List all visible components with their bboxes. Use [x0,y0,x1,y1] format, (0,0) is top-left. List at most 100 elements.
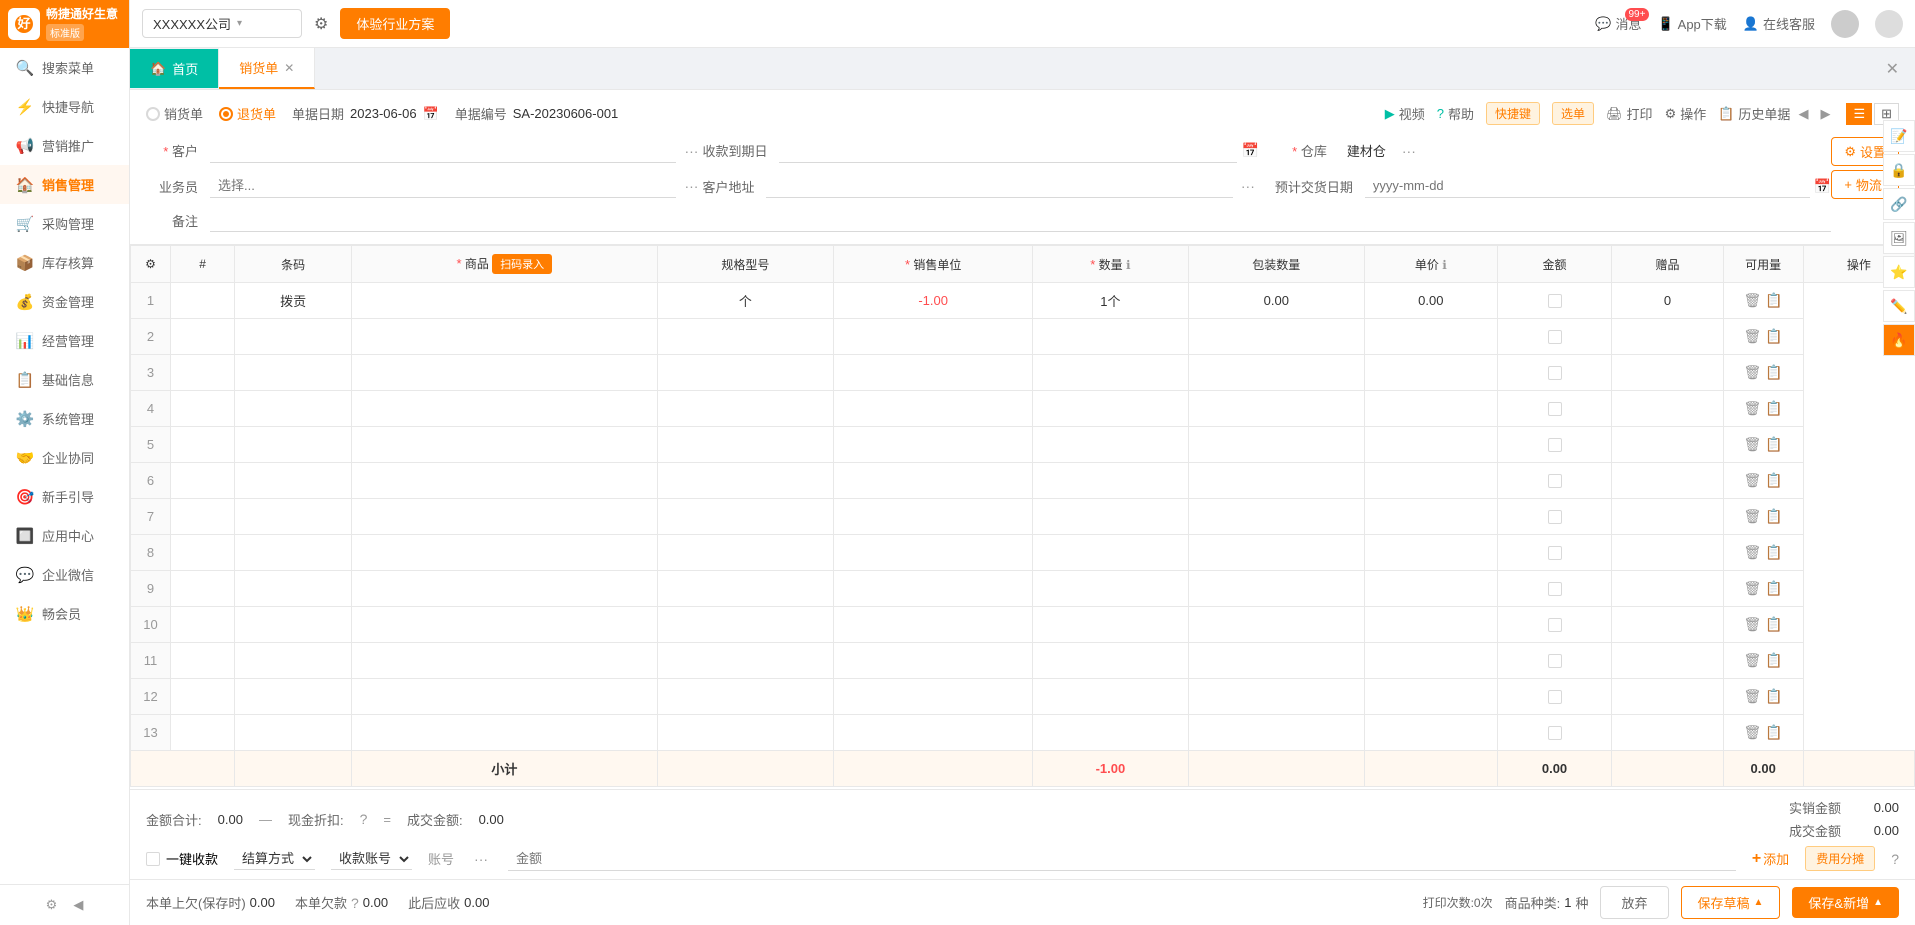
sidebar-item-inventory[interactable]: 📦 库存核算 [0,243,129,282]
note-input[interactable] [210,208,1831,232]
radio-return-order[interactable]: 退货单 [219,104,276,123]
help-action[interactable]: ? 帮助 [1437,104,1474,123]
row-unit[interactable] [657,355,833,391]
radio-sales-order[interactable]: 销货单 [146,104,203,123]
sidebar-item-basic[interactable]: 📋 基础信息 [0,360,129,399]
gift-checkbox[interactable] [1548,690,1562,704]
sidebar-item-marketing[interactable]: 📢 营销推广 [0,126,129,165]
row-gift[interactable] [1497,463,1612,499]
row-delete-icon[interactable]: 🗑 [1744,652,1762,669]
row-qty[interactable] [834,607,1033,643]
row-gift[interactable] [1497,607,1612,643]
row-product[interactable] [235,499,352,535]
customer-input[interactable] [210,139,676,163]
row-unit[interactable] [657,607,833,643]
row-price[interactable] [1188,427,1364,463]
row-copy-icon[interactable]: 📋 [1765,400,1782,417]
sidebar-item-member[interactable]: 👑 畅会员 [0,594,129,633]
row-amount[interactable] [1364,391,1497,427]
gift-checkbox[interactable] [1548,654,1562,668]
company-selector[interactable]: XXXXXX公司 ▾ [142,9,302,38]
row-amount[interactable] [1364,571,1497,607]
row-delete-icon[interactable]: 🗑 [1744,292,1762,309]
row-gift[interactable] [1497,355,1612,391]
row-barcode[interactable] [171,391,235,427]
salesperson-dots-icon[interactable]: ··· [680,178,702,194]
row-unit[interactable]: 个 [657,283,833,319]
gear-icon[interactable]: ⚙ [310,10,332,38]
row-amount[interactable] [1364,607,1497,643]
row-packqty[interactable]: 1个 [1033,283,1188,319]
row-packqty[interactable] [1033,391,1188,427]
row-barcode[interactable] [171,355,235,391]
row-copy-icon[interactable]: 📋 [1765,472,1782,489]
row-product[interactable]: 拨贡 [235,283,352,319]
row-barcode[interactable] [171,283,235,319]
row-packqty[interactable] [1033,715,1188,751]
row-amount[interactable] [1364,499,1497,535]
row-barcode[interactable] [171,679,235,715]
gift-checkbox[interactable] [1548,618,1562,632]
gift-checkbox[interactable] [1548,726,1562,740]
row-spec[interactable] [351,715,657,751]
row-spec[interactable] [351,535,657,571]
row-barcode[interactable] [171,499,235,535]
collapse-icon[interactable]: ◀ [69,893,87,917]
row-copy-icon[interactable]: 📋 [1765,652,1782,669]
row-barcode[interactable] [171,427,235,463]
docnum-value[interactable]: SA-20230606-001 [513,106,619,121]
row-amount[interactable] [1364,427,1497,463]
row-price[interactable] [1188,535,1364,571]
row-packqty[interactable] [1033,679,1188,715]
row-unit[interactable] [657,319,833,355]
gift-checkbox[interactable] [1548,294,1562,308]
row-qty[interactable] [834,715,1033,751]
row-packqty[interactable] [1033,535,1188,571]
row-qty[interactable] [834,319,1033,355]
sidebar-item-finance[interactable]: 💰 资金管理 [0,282,129,321]
row-copy-icon[interactable]: 📋 [1765,544,1782,561]
abandon-button[interactable]: 放弃 [1600,886,1668,919]
row-unit[interactable] [657,715,833,751]
row-packqty[interactable] [1033,319,1188,355]
gift-checkbox[interactable] [1548,474,1562,488]
float-orange-btn[interactable]: 🔥 [1883,324,1915,356]
row-gift[interactable] [1497,283,1612,319]
warehouse-dots-icon[interactable]: ··· [1398,143,1420,159]
amount-input[interactable] [508,847,1736,871]
row-copy-icon[interactable]: 📋 [1765,328,1782,345]
row-price[interactable]: 0.00 [1188,283,1364,319]
row-barcode[interactable] [171,535,235,571]
sidebar-item-quick-nav[interactable]: ⚡ 快捷导航 [0,87,129,126]
row-delete-icon[interactable]: 🗑 [1744,580,1762,597]
row-copy-icon[interactable]: 📋 [1765,292,1782,309]
sidebar-item-sales[interactable]: 🏠 销售管理 [0,165,129,204]
save-new-button[interactable]: 保存&新增 ▲ [1792,887,1899,918]
avatar[interactable] [1831,10,1859,38]
row-gift[interactable] [1497,643,1612,679]
row-gift[interactable] [1497,391,1612,427]
save-draft-button[interactable]: 保存草稿 ▲ [1681,886,1781,919]
debt-help-icon[interactable]: ? [351,895,359,911]
row-barcode[interactable] [171,643,235,679]
row-unit[interactable] [657,463,833,499]
account-select[interactable]: 收款账号 [331,848,412,870]
row-product[interactable] [235,391,352,427]
row-product[interactable] [235,571,352,607]
row-qty[interactable] [834,391,1033,427]
row-price[interactable] [1188,463,1364,499]
row-amount[interactable] [1364,535,1497,571]
calendar-icon[interactable]: 📅 [423,106,439,122]
tab-sales-order[interactable]: 销货单 ✕ [219,48,315,89]
row-unit[interactable] [657,643,833,679]
float-link-btn[interactable]: 🔗 [1883,188,1915,220]
sidebar-item-search[interactable]: 🔍 搜索菜单 [0,48,129,87]
expense-split-button[interactable]: 费用分摊 [1805,846,1875,871]
row-gift[interactable] [1497,535,1612,571]
row-qty[interactable] [834,427,1033,463]
warehouse-value[interactable]: 建材仓 [1339,137,1394,164]
row-gift[interactable] [1497,427,1612,463]
float-star-btn[interactable]: ⭐ [1883,256,1915,288]
receipt-calendar-icon[interactable]: 📅 [1241,142,1258,159]
row-amount[interactable] [1364,643,1497,679]
